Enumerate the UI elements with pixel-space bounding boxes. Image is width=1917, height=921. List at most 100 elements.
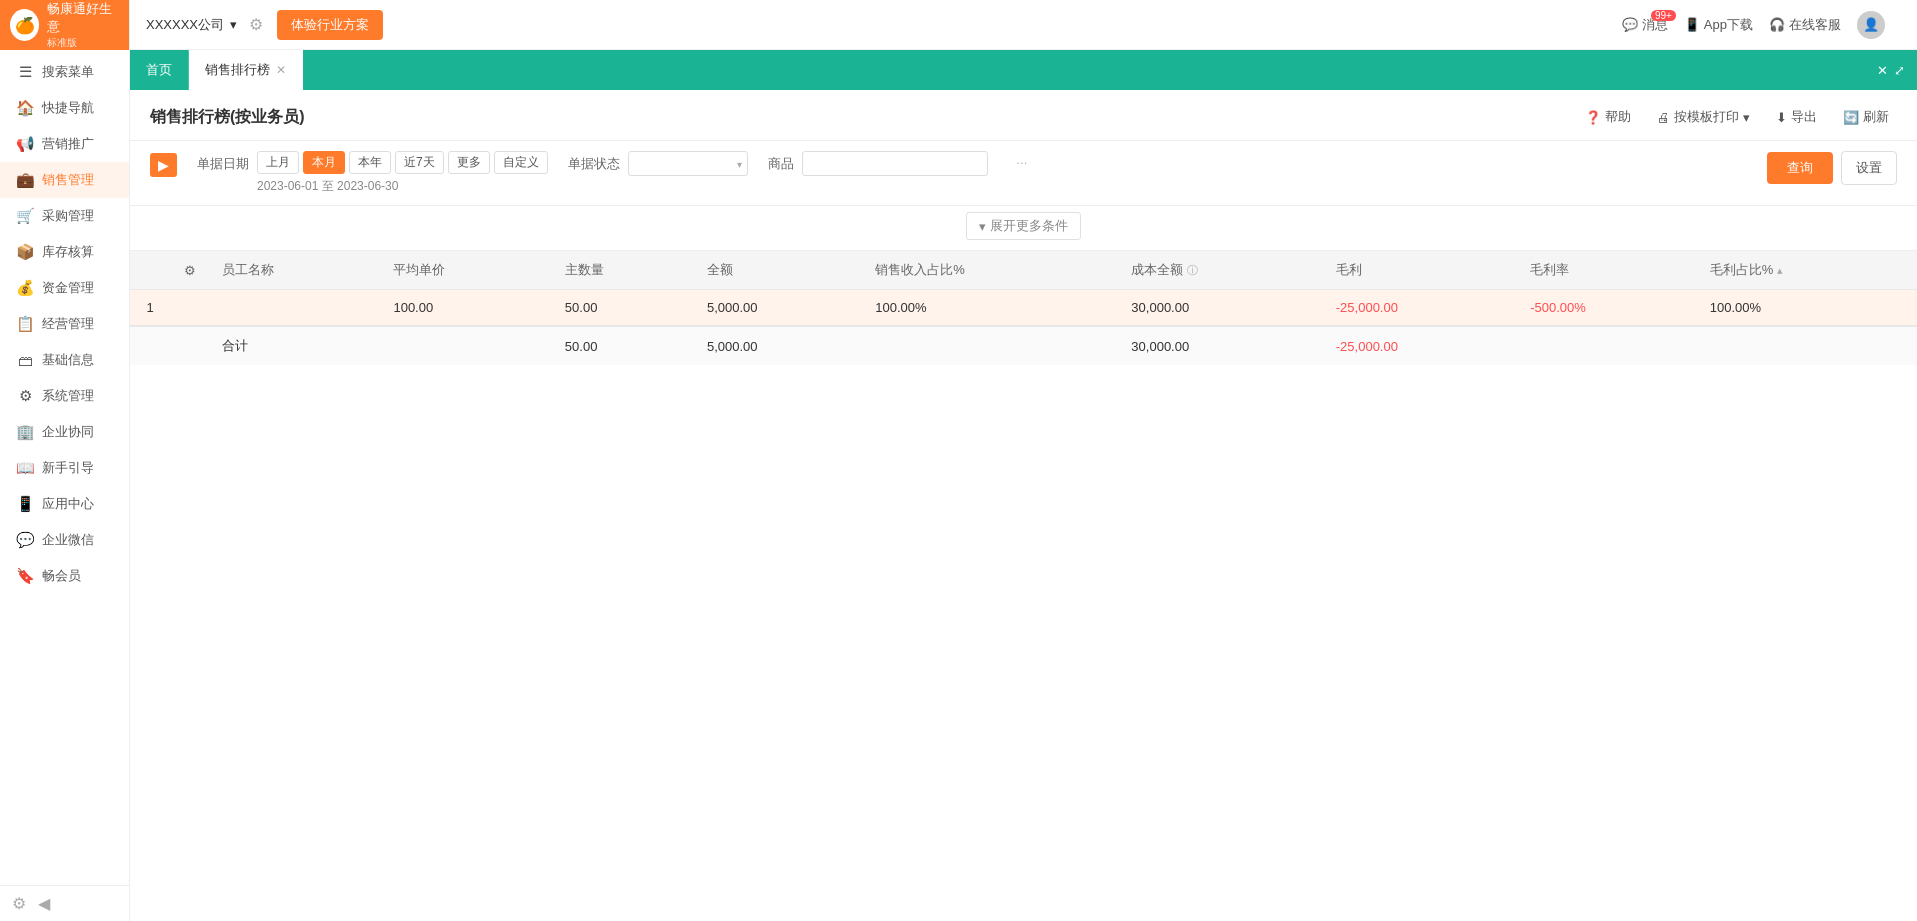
msg-btn[interactable]: 💬 消息 99+	[1622, 16, 1668, 34]
filter-status-section: 单据状态 ▾	[568, 151, 748, 176]
cell-gross: -25,000.00	[1324, 290, 1518, 327]
col-avg-price: 平均单价	[381, 251, 552, 290]
app-download-btn[interactable]: 📱 App下载	[1684, 16, 1753, 34]
sidebar-item-member[interactable]: 🔖畅会员	[0, 558, 129, 594]
tabbar-actions: ✕ ⤢	[1865, 63, 1917, 78]
print-dropdown-icon[interactable]: ▾	[1743, 110, 1750, 125]
sidebar-item-enterprise[interactable]: 🏢 企业协同	[0, 414, 129, 450]
footer-gross-pct	[1698, 326, 1917, 365]
table-row: 1 100.00 50.00 5,000.00 100.00% 30,000.0…	[130, 290, 1917, 327]
table-footer: 合计 50.00 5,000.00 30,000.00 -25,000.00	[130, 326, 1917, 365]
sidebar-nav: ☰搜索菜单🏠快捷导航📢营销推广💼销售管理 🛒 采购管理 📦库存核算💰资金管理📋经营管理…	[0, 50, 129, 885]
tab-home-label: 首页	[146, 61, 172, 79]
col-settings[interactable]: ⚙	[170, 251, 210, 290]
table-header: ⚙ 员工名称 平均单价 主数量 全额 销售收入占比% 成本全额 ⓘ 毛利 毛利率…	[130, 251, 1917, 290]
user-avatar[interactable]: 👤	[1857, 11, 1885, 39]
sidebar-item-shortcut[interactable]: 🏠快捷导航	[0, 90, 129, 126]
enterprise-icon: 🏢	[16, 423, 34, 441]
sidebar-item-guide[interactable]: 📖新手引导	[0, 450, 129, 486]
table-header-row: ⚙ 员工名称 平均单价 主数量 全额 销售收入占比% 成本全额 ⓘ 毛利 毛利率…	[130, 251, 1917, 290]
date-curr-month-btn[interactable]: 本月	[303, 151, 345, 174]
footer-gross-rate	[1518, 326, 1698, 365]
col-gross-rate: 毛利率	[1518, 251, 1698, 290]
settings-icon[interactable]: ⚙	[12, 894, 26, 913]
service-btn[interactable]: 🎧 在线客服	[1769, 16, 1841, 34]
cell-avg-price: 100.00	[381, 290, 552, 327]
date-prev-month-btn[interactable]: 上月	[257, 151, 299, 174]
sidebar-label-system: 系统管理	[42, 387, 94, 405]
date-range-display: 2023-06-01 至 2023-06-30	[257, 178, 548, 195]
industry-btn[interactable]: 体验行业方案	[277, 10, 383, 40]
col-sales-pct: 销售收入占比%	[863, 251, 1119, 290]
tab-expand-icon[interactable]: ⤢	[1894, 63, 1905, 78]
sidebar-item-purchase[interactable]: 🛒 采购管理	[0, 198, 129, 234]
help-btn[interactable]: ❓ 帮助	[1577, 104, 1639, 130]
sidebar-label-base: 基础信息	[42, 351, 94, 369]
tab-home[interactable]: 首页	[130, 50, 189, 90]
cell-amount: 5,000.00	[695, 290, 863, 327]
footer-quantity: 50.00	[553, 326, 695, 365]
date-label: 单据日期	[197, 151, 249, 173]
sidebar-label-apps: 应用中心	[42, 495, 94, 513]
date-curr-year-btn[interactable]: 本年	[349, 151, 391, 174]
tab-close-icon[interactable]: ✕	[276, 63, 286, 77]
topbar-gear-icon[interactable]: ⚙	[249, 15, 263, 34]
sidebar-item-finance[interactable]: 💰资金管理	[0, 270, 129, 306]
footer-cost: 30,000.00	[1119, 326, 1323, 365]
col-gross: 毛利	[1324, 251, 1518, 290]
tabbar: 首页 销售排行榜 ✕ ✕ ⤢	[130, 50, 1917, 90]
sidebar-label-purchase: 采购管理	[42, 207, 94, 225]
finance-icon: 💰	[16, 279, 34, 297]
col-amount: 全额	[695, 251, 863, 290]
footer-gross: -25,000.00	[1324, 326, 1518, 365]
sidebar-item-inventory[interactable]: 📦库存核算	[0, 234, 129, 270]
date-buttons-row: 上月 本月 本年 近7天 更多 自定义	[257, 151, 548, 174]
settings-btn[interactable]: 设置	[1841, 151, 1897, 185]
date-7days-btn[interactable]: 近7天	[395, 151, 444, 174]
filter-goods-section: 商品	[768, 151, 988, 176]
filter-more-icon[interactable]: …	[1008, 151, 1036, 169]
query-btn[interactable]: 查询	[1767, 152, 1833, 184]
print-icon: 🖨	[1657, 110, 1670, 125]
footer-empty1	[130, 326, 170, 365]
footer-empty2	[170, 326, 210, 365]
expand-more-btn[interactable]: ▾ 展开更多条件	[966, 212, 1081, 240]
company-dropdown-icon[interactable]: ▾	[230, 17, 237, 32]
tab-close-all-icon[interactable]: ✕	[1877, 63, 1888, 78]
sidebar-label-wechat: 企业微信	[42, 531, 94, 549]
sidebar-item-marketing[interactable]: 📢营销推广	[0, 126, 129, 162]
company-selector[interactable]: XXXXXX公司 ▾	[146, 16, 237, 34]
inventory-icon: 📦	[16, 243, 34, 261]
date-options: 上月 本月 本年 近7天 更多 自定义 2023-06-01 至 2023-06…	[257, 151, 548, 195]
footer-avg-price	[381, 326, 552, 365]
page-title: 销售排行榜(按业务员)	[150, 107, 305, 128]
date-custom-btn[interactable]: 自定义	[494, 151, 548, 174]
date-more-btn[interactable]: 更多	[448, 151, 490, 174]
help-icon: ❓	[1585, 110, 1601, 125]
filter-toggle-btn[interactable]: ▶	[150, 153, 177, 177]
sidebar-item-system[interactable]: ⚙系统管理	[0, 378, 129, 414]
goods-input[interactable]	[802, 151, 988, 176]
sidebar-item-operation[interactable]: 📋经营管理	[0, 306, 129, 342]
topbar: XXXXXX公司 ▾ ⚙ 体验行业方案 💬 消息 99+ 📱 App下载 🎧 在…	[130, 0, 1917, 50]
sidebar-item-sales[interactable]: 💼销售管理	[0, 162, 129, 198]
print-btn[interactable]: 🖨 按模板打印 ▾	[1649, 104, 1758, 130]
status-label: 单据状态	[568, 151, 620, 173]
collapse-icon[interactable]: ◀	[38, 894, 50, 913]
cell-settings	[170, 290, 210, 327]
sidebar-item-apps[interactable]: 📱 应用中心	[0, 486, 129, 522]
purchase-icon: 🛒	[16, 207, 34, 225]
filter-row: ▶ 单据日期 上月 本月 本年 近7天 更多 自定义 2023-06-01 至 …	[130, 141, 1917, 206]
sidebar-label-enterprise: 企业协同	[42, 423, 94, 441]
export-btn[interactable]: ⬇ 导出	[1768, 104, 1825, 130]
sidebar-item-base[interactable]: 🗃基础信息	[0, 342, 129, 378]
refresh-btn[interactable]: 🔄 刷新	[1835, 104, 1897, 130]
sidebar-item-search[interactable]: ☰搜索菜单	[0, 54, 129, 90]
col-cost: 成本全额 ⓘ	[1119, 251, 1323, 290]
col-rank	[130, 251, 170, 290]
sidebar-item-wechat[interactable]: 💬企业微信	[0, 522, 129, 558]
apps-icon: 📱	[16, 495, 34, 513]
status-select[interactable]	[628, 151, 748, 176]
export-icon: ⬇	[1776, 110, 1787, 125]
tab-sales-rank[interactable]: 销售排行榜 ✕	[189, 50, 303, 90]
